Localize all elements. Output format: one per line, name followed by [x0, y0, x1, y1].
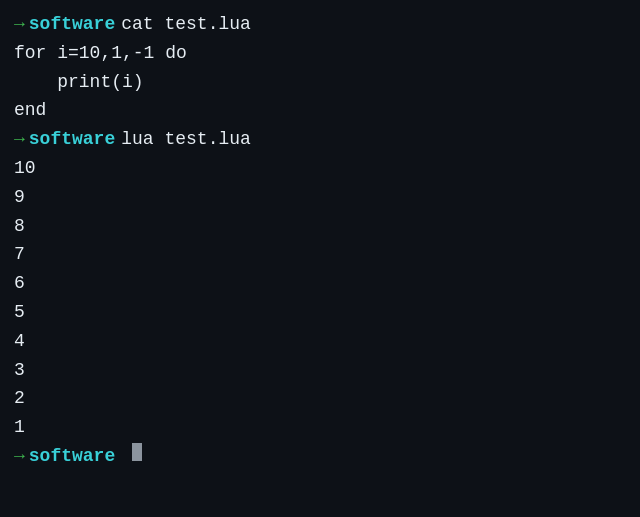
- output-text-2: print(i): [14, 68, 144, 97]
- output-line-1: for i=10,1,-1 do: [14, 39, 626, 68]
- prompt-host-3: software: [29, 442, 115, 471]
- prompt-host-2: software: [29, 125, 115, 154]
- prompt-line-1: → software cat test.lua: [14, 10, 626, 39]
- prompt-cmd-1: cat test.lua: [121, 10, 251, 39]
- output-num-7: 7: [14, 240, 626, 269]
- prompt-cmd-2: lua test.lua: [121, 125, 251, 154]
- output-text-3: end: [14, 96, 46, 125]
- output-num-10: 10: [14, 154, 626, 183]
- output-num-4: 4: [14, 327, 626, 356]
- output-line-3: end: [14, 96, 626, 125]
- prompt-arrow-2: →: [14, 125, 25, 154]
- prompt-line-2: → software lua test.lua: [14, 125, 626, 154]
- output-num-8: 8: [14, 212, 626, 241]
- output-num-9: 9: [14, 183, 626, 212]
- terminal-cursor: [132, 443, 142, 461]
- output-num-2: 2: [14, 384, 626, 413]
- output-num-1: 1: [14, 413, 626, 442]
- prompt-arrow-1: →: [14, 10, 25, 39]
- output-text-1: for i=10,1,-1 do: [14, 39, 187, 68]
- prompt-line-3[interactable]: → software: [14, 442, 626, 471]
- output-num-5: 5: [14, 298, 626, 327]
- output-num-6: 6: [14, 269, 626, 298]
- prompt-host-1: software: [29, 10, 115, 39]
- terminal-window: → software cat test.lua for i=10,1,-1 do…: [0, 0, 640, 517]
- prompt-arrow-3: →: [14, 442, 25, 471]
- prompt-cmd-3[interactable]: [121, 442, 132, 471]
- output-line-2: print(i): [14, 68, 626, 97]
- output-num-3: 3: [14, 356, 626, 385]
